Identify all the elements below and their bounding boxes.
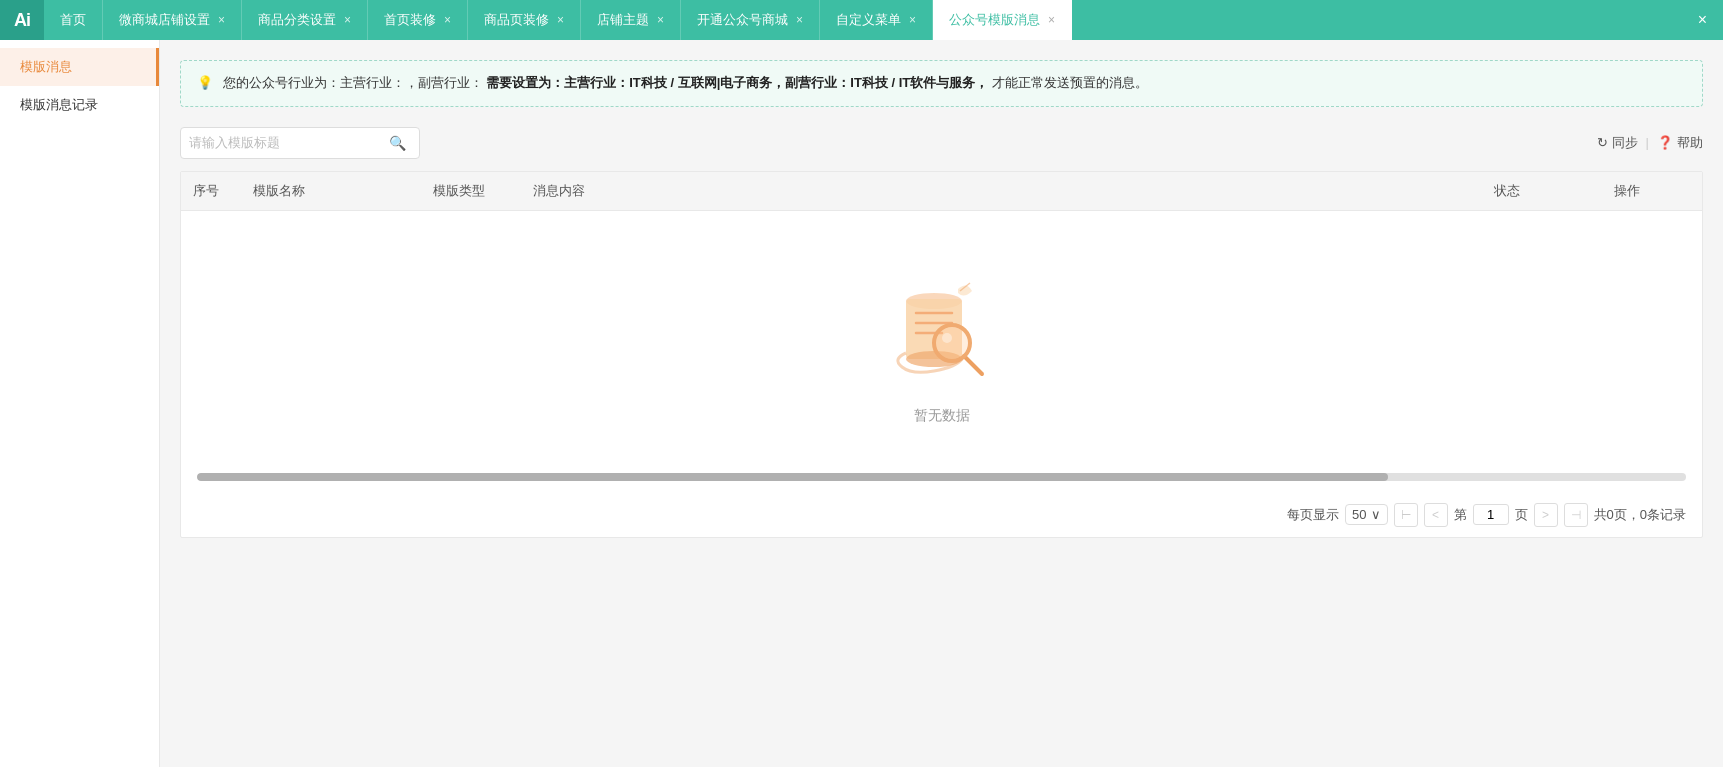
page-summary: 共0页，0条记录 <box>1594 506 1686 524</box>
tab-bar: Ai 首页 微商城店铺设置 × 商品分类设置 × 首页装修 × 商品页装修 × … <box>0 0 1723 40</box>
sync-button[interactable]: ↻ 同步 <box>1597 134 1638 152</box>
page-unit: 页 <box>1515 506 1528 524</box>
main-layout: 模版消息 模版消息记录 💡 您的公众号行业为：主营行业：，副营行业： 需要设置为… <box>0 40 1723 767</box>
table-header: 序号 模版名称 模版类型 消息内容 状态 操作 <box>181 172 1702 211</box>
page-next-button[interactable]: > <box>1534 503 1558 527</box>
page-label: 第 <box>1454 506 1467 524</box>
chevron-down-icon: ∨ <box>1371 507 1381 522</box>
tab-close-weshop[interactable]: × <box>218 13 225 27</box>
tab-product-page[interactable]: 商品页装修 × <box>468 0 581 40</box>
pagination: 每页显示 50 ∨ ⊢ < 第 页 > ⊣ 共0页，0条记录 <box>181 493 1702 537</box>
col-status: 状态 <box>1482 172 1602 210</box>
divider: | <box>1646 135 1649 150</box>
tab-close-mall[interactable]: × <box>796 13 803 27</box>
tab-template-msg[interactable]: 公众号模版消息 × <box>933 0 1072 40</box>
tab-custom-menu[interactable]: 自定义菜单 × <box>820 0 933 40</box>
tab-home[interactable]: 首页 <box>44 0 103 40</box>
search-icon[interactable]: 🔍 <box>389 135 406 151</box>
tab-close-category[interactable]: × <box>344 13 351 27</box>
tab-bar-close-all[interactable]: × <box>1682 11 1723 29</box>
tab-category[interactable]: 商品分类设置 × <box>242 0 368 40</box>
page-last-button[interactable]: ⊣ <box>1564 503 1588 527</box>
main-content: 💡 您的公众号行业为：主营行业：，副营行业： 需要设置为：主营行业：IT科技 /… <box>160 40 1723 767</box>
tab-close-template-msg[interactable]: × <box>1048 13 1055 27</box>
page-prev-button[interactable]: < <box>1424 503 1448 527</box>
page-number-input[interactable] <box>1473 504 1509 525</box>
sidebar-item-template-record[interactable]: 模版消息记录 <box>0 86 159 124</box>
notice-icon: 💡 <box>197 75 213 90</box>
per-page-label: 每页显示 <box>1287 506 1339 524</box>
tab-close-custom-menu[interactable]: × <box>909 13 916 27</box>
tab-close-homepage[interactable]: × <box>444 13 451 27</box>
scrollbar-area[interactable] <box>181 473 1702 493</box>
tab-mall[interactable]: 开通公众号商城 × <box>681 0 820 40</box>
svg-point-8 <box>942 333 952 343</box>
per-page-select[interactable]: 50 ∨ <box>1345 504 1387 525</box>
help-button[interactable]: ❓ 帮助 <box>1657 134 1703 152</box>
table-empty: 暂无数据 <box>181 211 1702 465</box>
svg-line-6 <box>964 356 982 374</box>
col-content: 消息内容 <box>521 172 1482 210</box>
help-icon: ❓ <box>1657 135 1673 150</box>
sidebar: 模版消息 模版消息记录 <box>0 40 160 767</box>
tab-theme[interactable]: 店铺主题 × <box>581 0 681 40</box>
toolbar: 🔍 ↻ 同步 | ❓ 帮助 <box>180 127 1703 159</box>
col-action: 操作 <box>1602 172 1702 210</box>
search-input[interactable] <box>189 135 389 150</box>
tab-close-product-page[interactable]: × <box>557 13 564 27</box>
col-type: 模版类型 <box>421 172 521 210</box>
app-logo: Ai <box>0 0 44 40</box>
toolbar-right: ↻ 同步 | ❓ 帮助 <box>1597 134 1703 152</box>
empty-illustration <box>882 271 1002 391</box>
svg-point-7 <box>934 325 970 361</box>
empty-text: 暂无数据 <box>914 407 970 425</box>
col-name: 模版名称 <box>241 172 421 210</box>
tab-homepage[interactable]: 首页装修 × <box>368 0 468 40</box>
notice-box: 💡 您的公众号行业为：主营行业：，副营行业： 需要设置为：主营行业：IT科技 /… <box>180 60 1703 107</box>
tab-close-theme[interactable]: × <box>657 13 664 27</box>
table-wrapper: 序号 模版名称 模版类型 消息内容 状态 操作 <box>180 171 1703 538</box>
search-box: 🔍 <box>180 127 420 159</box>
tab-weshop[interactable]: 微商城店铺设置 × <box>103 0 242 40</box>
sidebar-item-template-msg[interactable]: 模版消息 <box>0 48 159 86</box>
col-index: 序号 <box>181 172 241 210</box>
page-first-button[interactable]: ⊢ <box>1394 503 1418 527</box>
sync-icon: ↻ <box>1597 135 1608 150</box>
